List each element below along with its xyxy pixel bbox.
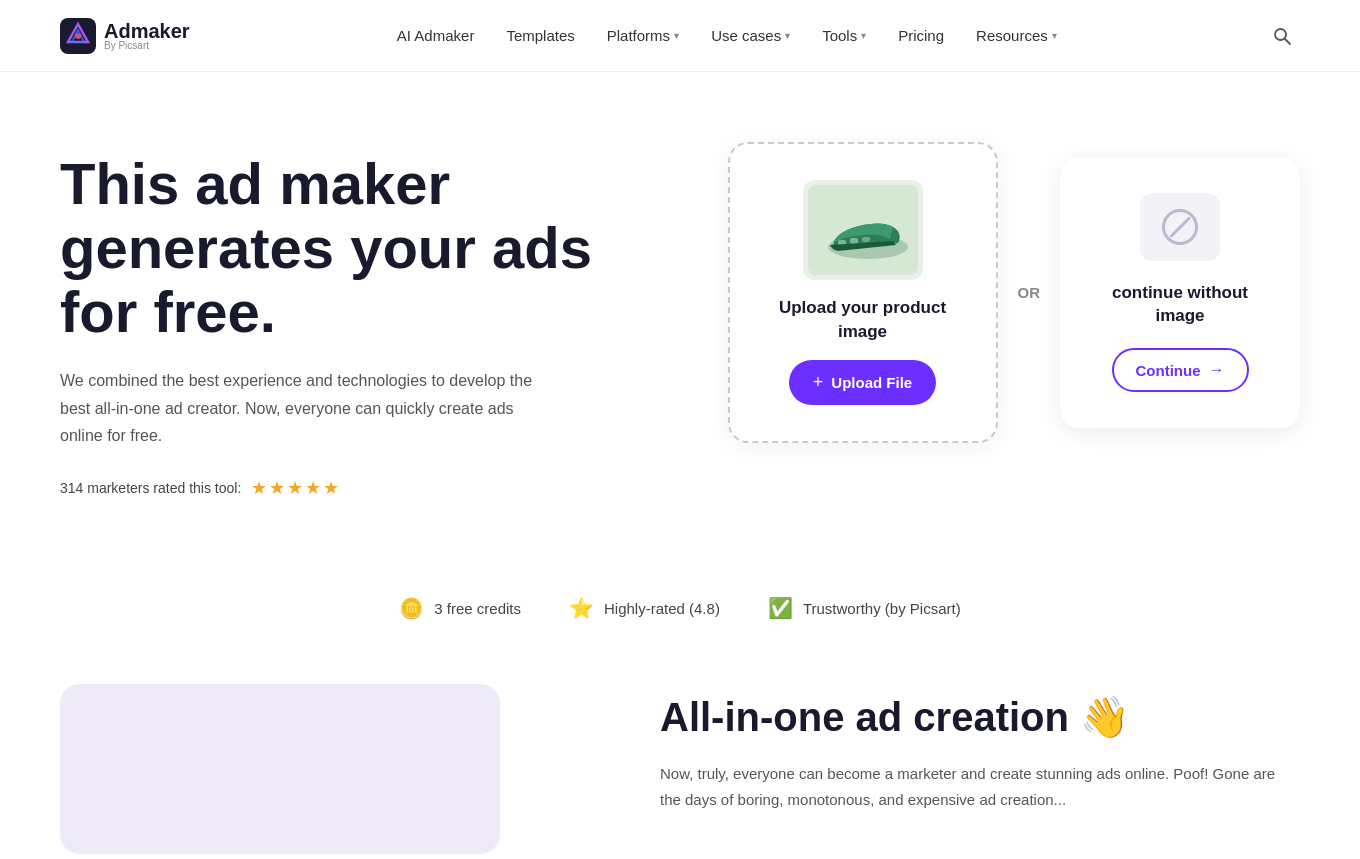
star-2: ★	[269, 477, 285, 499]
rated-label: Highly-rated (4.8)	[604, 600, 720, 617]
shoe-image	[808, 185, 918, 275]
svg-rect-10	[862, 237, 870, 242]
star-5: ★	[323, 477, 339, 499]
continue-card-title: continue without image	[1088, 281, 1272, 329]
upload-file-button[interactable]: + Upload File	[789, 360, 936, 405]
product-image-preview	[803, 180, 923, 280]
trustworthy-label: Trustworthy (by Picsart)	[803, 600, 961, 617]
section2-content: All-in-one ad creation 👋 Now, truly, eve…	[660, 684, 1300, 812]
feature-trustworthy: ✅ Trustworthy (by Picsart)	[768, 596, 961, 620]
rating-text: 314 marketers rated this tool:	[60, 480, 241, 496]
chevron-down-icon: ▾	[1052, 30, 1057, 41]
section2-text: Now, truly, everyone can become a market…	[660, 761, 1300, 812]
slash-circle-icon	[1162, 209, 1198, 245]
logo-sub: By Picsart	[104, 41, 190, 51]
navbar: Admaker By Picsart AI Admaker Templates …	[0, 0, 1360, 72]
feature-rated: ⭐ Highly-rated (4.8)	[569, 596, 720, 620]
upload-card: Upload your product image + Upload File	[728, 142, 998, 443]
search-icon	[1272, 26, 1292, 46]
section2: All-in-one ad creation 👋 Now, truly, eve…	[0, 644, 1360, 859]
chevron-down-icon: ▾	[861, 30, 866, 41]
chevron-down-icon: ▾	[785, 30, 790, 41]
nav-right	[1264, 18, 1300, 54]
svg-rect-9	[850, 238, 858, 244]
hero-rating: 314 marketers rated this tool: ★ ★ ★ ★ ★	[60, 477, 620, 499]
star-4: ★	[305, 477, 321, 499]
nav-use-cases[interactable]: Use cases ▾	[711, 27, 790, 44]
svg-line-5	[1285, 39, 1290, 44]
arrow-right-icon: →	[1209, 361, 1225, 379]
logo-name: Admaker	[104, 21, 190, 41]
nav-pricing[interactable]: Pricing	[898, 27, 944, 44]
nav-links: AI Admaker Templates Platforms ▾ Use cas…	[397, 27, 1057, 44]
svg-point-4	[1275, 29, 1286, 40]
search-button[interactable]	[1264, 18, 1300, 54]
check-shield-icon: ✅	[768, 596, 793, 620]
svg-point-3	[75, 33, 81, 39]
no-image-icon	[1140, 193, 1220, 261]
feature-credits: 🪙 3 free credits	[399, 596, 521, 620]
star-3: ★	[287, 477, 303, 499]
continue-card: continue without image Continue →	[1060, 157, 1300, 429]
section2-preview	[60, 684, 580, 859]
upload-card-title: Upload your product image	[762, 296, 964, 344]
credits-icon: 🪙	[399, 596, 424, 620]
credits-label: 3 free credits	[434, 600, 521, 617]
logo[interactable]: Admaker By Picsart	[60, 18, 190, 54]
upload-btn-label: Upload File	[831, 374, 912, 391]
or-divider: OR	[998, 284, 1061, 301]
star-1: ★	[251, 477, 267, 499]
section2-title: All-in-one ad creation 👋	[660, 694, 1300, 741]
continue-btn-label: Continue	[1136, 362, 1201, 379]
hero-left: This ad maker generates your ads for fre…	[60, 152, 620, 499]
feature-bar: 🪙 3 free credits ⭐ Highly-rated (4.8) ✅ …	[0, 572, 1360, 644]
star-rating: ★ ★ ★ ★ ★	[251, 477, 339, 499]
nav-resources[interactable]: Resources ▾	[976, 27, 1057, 44]
star-icon: ⭐	[569, 596, 594, 620]
hero-right: Upload your product image + Upload File …	[728, 142, 1301, 443]
preview-placeholder	[60, 684, 500, 854]
hero-title: This ad maker generates your ads for fre…	[60, 152, 620, 343]
hero-section: This ad maker generates your ads for fre…	[0, 72, 1360, 572]
nav-templates[interactable]: Templates	[506, 27, 574, 44]
hero-subtitle: We combined the best experience and tech…	[60, 367, 540, 449]
chevron-down-icon: ▾	[674, 30, 679, 41]
nav-tools[interactable]: Tools ▾	[822, 27, 866, 44]
nav-platforms[interactable]: Platforms ▾	[607, 27, 679, 44]
nav-ai-admaker[interactable]: AI Admaker	[397, 27, 475, 44]
continue-button[interactable]: Continue →	[1112, 348, 1249, 392]
plus-icon: +	[813, 372, 824, 393]
